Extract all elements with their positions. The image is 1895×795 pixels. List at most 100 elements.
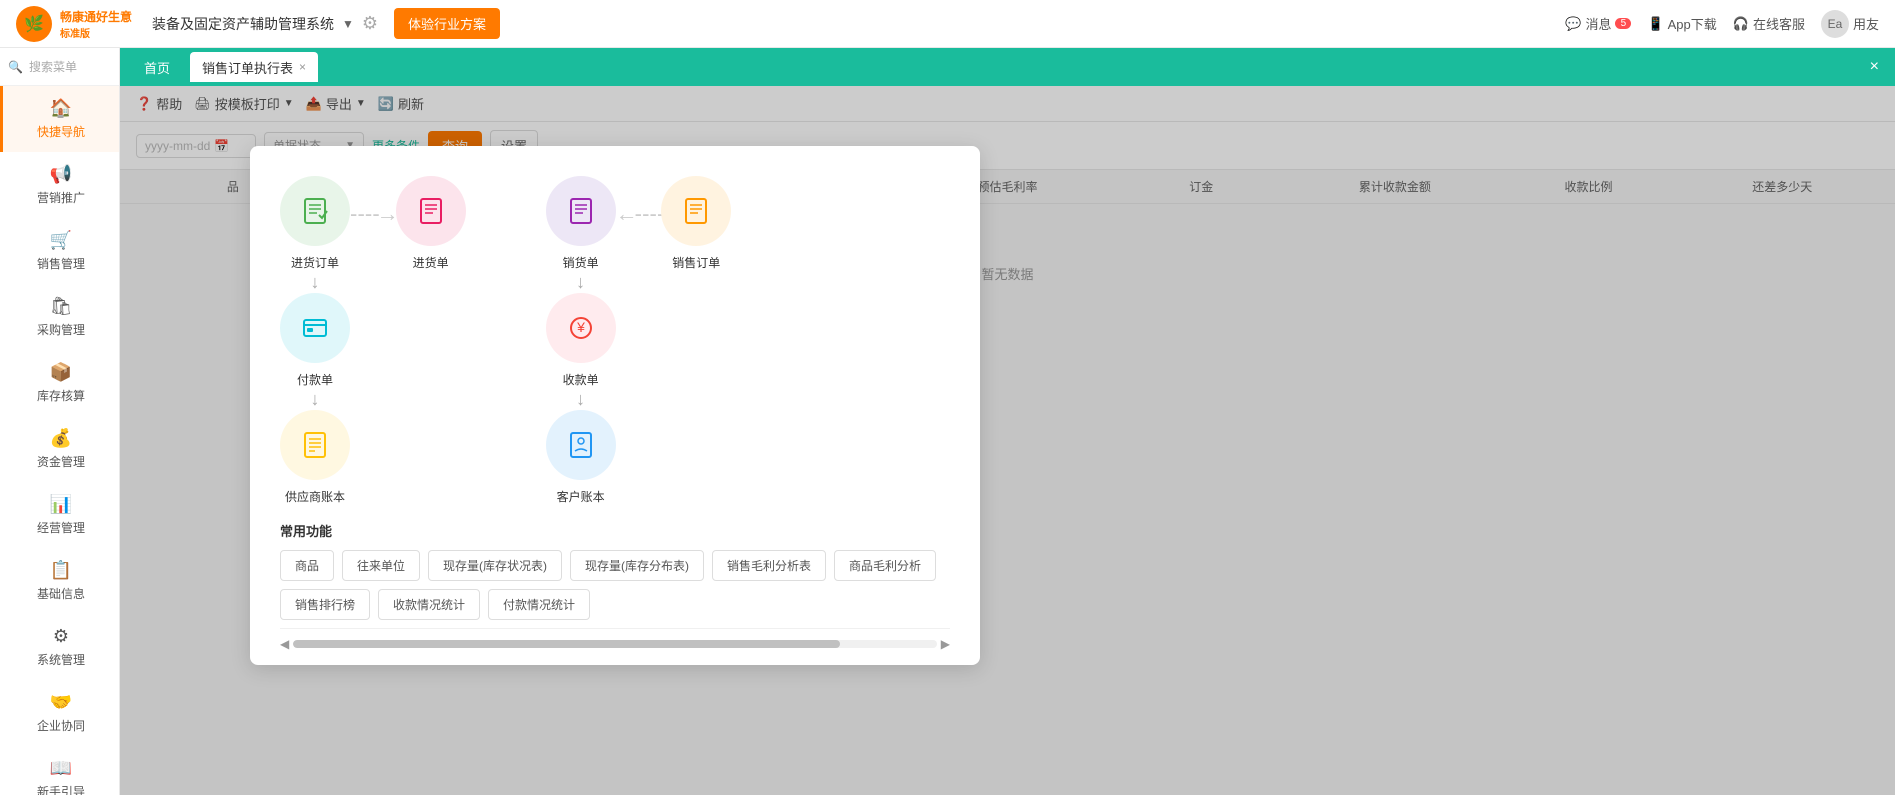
sidebar-item-sales[interactable]: 🛒 销售管理	[0, 218, 119, 284]
sidebar-item-operations[interactable]: 📊 经营管理	[0, 482, 119, 548]
system-title-text: 装备及固定资产辅助管理系统	[152, 14, 334, 34]
logo-area: 🌿 畅康通好生意 标准版	[16, 6, 136, 42]
payment-node[interactable]: 付款单	[280, 293, 350, 388]
quick-nav-label: 快捷导航	[37, 123, 85, 140]
supplier-ledger-node[interactable]: 供应商账本	[280, 410, 350, 505]
arrow-down-2: ↓	[311, 390, 320, 408]
marketing-label: 营销推广	[37, 189, 85, 206]
tab-sales-order[interactable]: 销售订单执行表 ×	[190, 52, 318, 82]
func-buttons-row2: 销售排行榜 收款情况统计 付款情况统计	[280, 589, 950, 620]
main-content: 首页 销售订单执行表 × × ❓ 帮助 🖨 按模板打印 ▼ 📤 导出 ▼	[120, 48, 1895, 795]
app-download-btn[interactable]: 📱 App下载	[1647, 14, 1716, 33]
func-buttons-row1: 商品 往来单位 现存量(库存状况表) 现存量(库存分布表) 销售毛利分析表 商品…	[280, 550, 950, 581]
system-dropdown-btn[interactable]: ▼	[342, 17, 354, 31]
tab-home-label: 首页	[144, 58, 170, 77]
scroll-right-btn[interactable]: ▶	[941, 637, 950, 651]
app-download-label: App下载	[1668, 14, 1717, 33]
basic-info-label: 基础信息	[37, 585, 85, 602]
func-btn-payment-stats[interactable]: 付款情况统计	[488, 589, 590, 620]
dashed-arrow-2: ←- - - -	[616, 201, 662, 227]
customer-circle	[546, 410, 616, 480]
receipt-node[interactable]: ¥ 收款单	[546, 293, 616, 388]
supplier-circle	[280, 410, 350, 480]
scroll-track[interactable]	[293, 640, 937, 648]
sidebar-item-quick-nav[interactable]: 🏠 快捷导航	[0, 86, 119, 152]
user-name: 用友	[1853, 14, 1879, 33]
finance-label: 资金管理	[37, 453, 85, 470]
guide-icon: 📖	[50, 758, 72, 779]
sales-icon: 🛒	[50, 230, 72, 251]
operations-label: 经营管理	[37, 519, 85, 536]
middle-right-column: 销货单 ↓ ¥ 收款单 ↓	[546, 176, 616, 505]
sales-bill-node[interactable]: 销货单	[546, 176, 616, 271]
service-icon: 🎧	[1733, 16, 1749, 32]
scroll-left-btn[interactable]: ◀	[280, 637, 289, 651]
enterprise-label: 企业协同	[37, 717, 85, 734]
basic-info-icon: 📋	[50, 560, 72, 581]
app-icon: 📱	[1647, 16, 1663, 32]
quick-modal: 进货订单 ↓ 付款单 ↓	[250, 146, 980, 665]
sidebar-item-purchase[interactable]: 🛍 采购管理	[0, 284, 119, 350]
online-service-btn[interactable]: 🎧 在线客服	[1733, 14, 1805, 33]
func-btn-stock-dist[interactable]: 现存量(库存分布表)	[570, 550, 704, 581]
func-btn-sales-margin[interactable]: 销售毛利分析表	[712, 550, 826, 581]
sidebar-item-finance[interactable]: 💰 资金管理	[0, 416, 119, 482]
purchase-icon: 🛍	[50, 296, 73, 317]
func-btn-receipt-stats[interactable]: 收款情况统计	[378, 589, 480, 620]
finance-icon: 💰	[50, 428, 72, 449]
func-btn-goods-margin[interactable]: 商品毛利分析	[834, 550, 936, 581]
purchase-order-label: 进货订单	[291, 254, 339, 271]
message-btn[interactable]: 💬 消息 5	[1565, 14, 1631, 33]
sidebar-item-enterprise[interactable]: 🤝 企业协同	[0, 680, 119, 746]
func-btn-partners[interactable]: 往来单位	[342, 550, 420, 581]
sidebar-item-inventory[interactable]: 📦 库存核算	[0, 350, 119, 416]
customer-ledger-node[interactable]: 客户账本	[546, 410, 616, 505]
message-label: 消息	[1585, 14, 1611, 33]
purchase-bill-node[interactable]: 进货单	[396, 176, 466, 271]
sidebar-search[interactable]: 🔍 搜索菜单	[0, 48, 119, 86]
supplier-ledger-label: 供应商账本	[285, 488, 345, 505]
sales-label: 销售管理	[37, 255, 85, 272]
left-column: 进货订单 ↓ 付款单 ↓	[280, 176, 350, 505]
payment-label: 付款单	[297, 371, 333, 388]
common-functions: 常用功能 商品 往来单位 现存量(库存状况表) 现存量(库存分布表) 销售毛利分…	[280, 521, 950, 620]
sales-order-circle	[661, 176, 731, 246]
logo-text: 畅康通好生意	[60, 8, 132, 25]
search-icon: 🔍	[8, 60, 23, 74]
tab-bar: 首页 销售订单执行表 × ×	[120, 48, 1895, 86]
func-btn-goods[interactable]: 商品	[280, 550, 334, 581]
receipt-label: 收款单	[563, 371, 599, 388]
tab-bar-close-btn[interactable]: ×	[1862, 58, 1887, 76]
top-right-area: 💬 消息 5 📱 App下载 🎧 在线客服 Ea 用友	[1565, 10, 1879, 38]
sidebar-item-system[interactable]: ⚙ 系统管理	[0, 614, 119, 680]
inventory-icon: 📦	[50, 362, 72, 383]
func-btn-sales-rank[interactable]: 销售排行榜	[280, 589, 370, 620]
tab-home[interactable]: 首页	[128, 48, 186, 86]
scroll-thumb	[293, 640, 840, 648]
sidebar-item-marketing[interactable]: 📢 营销推广	[0, 152, 119, 218]
tab-close-icon[interactable]: ×	[299, 60, 306, 74]
arrow-down-1: ↓	[311, 273, 320, 291]
experience-btn[interactable]: 体验行业方案	[394, 8, 500, 39]
func-btn-stock-status[interactable]: 现存量(库存状况表)	[428, 550, 562, 581]
avatar-text: Ea	[1828, 17, 1843, 31]
arrow-down-4: ↓	[576, 390, 585, 408]
guide-label: 新手引导	[37, 783, 85, 795]
sales-order-label: 销售订单	[672, 254, 720, 271]
message-icon: 💬	[1565, 16, 1581, 32]
top-bar: 🌿 畅康通好生意 标准版 装备及固定资产辅助管理系统 ▼ ⚙ 体验行业方案 💬 …	[0, 0, 1895, 48]
sales-order-node[interactable]: 销售订单	[661, 176, 731, 271]
sidebar: 🔍 搜索菜单 🏠 快捷导航 📢 营销推广 🛒 销售管理 🛍 采购管理 📦 库存核…	[0, 48, 120, 795]
logo-icon: 🌿	[16, 6, 52, 42]
online-service-label: 在线客服	[1753, 14, 1805, 33]
receipt-circle: ¥	[546, 293, 616, 363]
tab-sales-order-label: 销售订单执行表	[202, 58, 293, 77]
purchase-order-node[interactable]: 进货订单	[280, 176, 350, 271]
inventory-label: 库存核算	[37, 387, 85, 404]
sidebar-item-guide[interactable]: 📖 新手引导	[0, 746, 119, 795]
user-area[interactable]: Ea 用友	[1821, 10, 1879, 38]
settings-icon[interactable]: ⚙	[362, 13, 378, 34]
marketing-icon: 📢	[50, 164, 72, 185]
sidebar-item-basic-info[interactable]: 📋 基础信息	[0, 548, 119, 614]
avatar: Ea	[1821, 10, 1849, 38]
